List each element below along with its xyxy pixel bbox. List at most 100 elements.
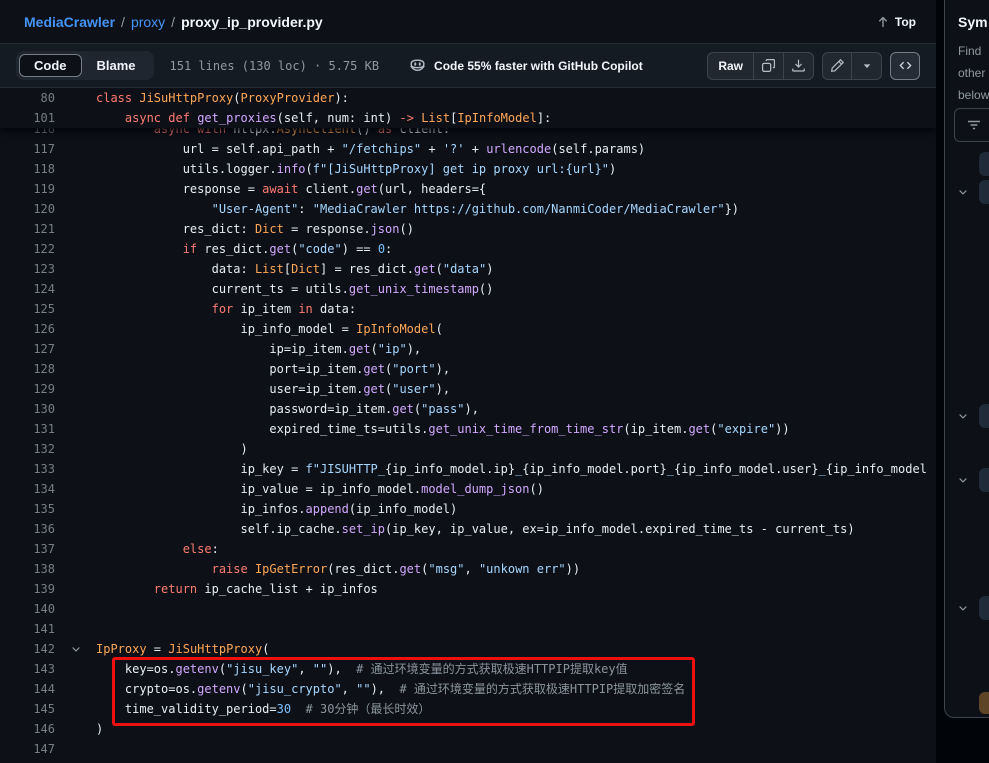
code-line: 140 [0, 599, 936, 619]
gutter-spacer [55, 219, 96, 239]
download-icon [791, 58, 806, 73]
code-line: 80class JiSuHttpProxy(ProxyProvider): [0, 88, 936, 108]
line-number[interactable]: 123 [0, 259, 55, 279]
symbols-filter-input[interactable] [954, 108, 989, 142]
symbol-item[interactable] [979, 596, 989, 620]
code-line: 101 async def get_proxies(self, num: int… [0, 108, 936, 128]
line-number[interactable]: 121 [0, 219, 55, 239]
line-number[interactable]: 129 [0, 379, 55, 399]
top-label: Top [895, 15, 916, 29]
code-line: 128 port=ip_item.get("port"), [0, 359, 936, 379]
symbols-panel-toggle[interactable] [890, 52, 920, 80]
gutter-spacer [55, 88, 96, 108]
line-number[interactable]: 128 [0, 359, 55, 379]
gutter-spacer [55, 199, 96, 219]
symbol-item[interactable] [979, 468, 989, 492]
gutter-spacer [55, 679, 96, 699]
symbols-panel: Sym Find other below [944, 0, 989, 718]
edit-dropdown-button[interactable] [852, 52, 882, 80]
line-number[interactable]: 117 [0, 139, 55, 159]
filter-icon [966, 117, 982, 133]
line-number[interactable]: 133 [0, 459, 55, 479]
raw-button[interactable]: Raw [707, 52, 754, 80]
line-number[interactable]: 122 [0, 239, 55, 259]
chevron-down-icon[interactable] [957, 474, 969, 486]
code-line: 142IpProxy = JiSuHttpProxy( [0, 639, 936, 659]
gutter-spacer [55, 699, 96, 719]
line-number[interactable]: 126 [0, 319, 55, 339]
symbol-item[interactable] [979, 404, 989, 428]
code-text: ) [96, 439, 248, 459]
code-line: 134 ip_value = ip_info_model.model_dump_… [0, 479, 936, 499]
line-number[interactable]: 138 [0, 559, 55, 579]
line-number[interactable]: 101 [0, 108, 55, 128]
download-button[interactable] [784, 52, 814, 80]
code-line: 118 utils.logger.info(f"[JiSuHttpProxy] … [0, 159, 936, 179]
arrow-up-icon [876, 15, 890, 29]
code-line: 120 "User-Agent": "MediaCrawler https://… [0, 199, 936, 219]
edit-button-group [822, 52, 882, 80]
tab-blame[interactable]: Blame [82, 54, 151, 77]
copy-button[interactable] [754, 52, 784, 80]
line-number[interactable]: 146 [0, 719, 55, 739]
line-number[interactable]: 135 [0, 499, 55, 519]
file-toolbar: Code Blame 151 lines (130 loc) · 5.75 KB… [0, 44, 936, 88]
line-number[interactable]: 119 [0, 179, 55, 199]
line-number[interactable]: 144 [0, 679, 55, 699]
line-number[interactable]: 134 [0, 479, 55, 499]
line-number[interactable]: 141 [0, 619, 55, 639]
line-number[interactable]: 140 [0, 599, 55, 619]
code-text: response = await client.get(url, headers… [96, 179, 486, 199]
line-number[interactable]: 137 [0, 539, 55, 559]
code-line: 143 key=os.getenv("jisu_key", ""), # 通过环… [0, 659, 936, 679]
gutter-spacer [55, 419, 96, 439]
code-text: crypto=os.getenv("jisu_crypto", ""), # 通… [96, 679, 685, 699]
line-number[interactable]: 139 [0, 579, 55, 599]
back-to-top-button[interactable]: Top [876, 15, 916, 29]
code-text: "User-Agent": "MediaCrawler https://gith… [96, 199, 739, 219]
code-line: 131 expired_time_ts=utils.get_unix_time_… [0, 419, 936, 439]
gutter-spacer [55, 499, 96, 519]
line-number[interactable]: 147 [0, 739, 55, 759]
symbol-item[interactable] [979, 692, 989, 714]
code-line: 129 user=ip_item.get("user"), [0, 379, 936, 399]
code-icon [898, 58, 913, 73]
gutter-spacer [55, 719, 96, 739]
chevron-down-icon[interactable] [957, 410, 969, 422]
gutter-spacer [55, 399, 96, 419]
symbol-item[interactable] [979, 152, 989, 176]
line-number[interactable]: 124 [0, 279, 55, 299]
gutter-spacer [55, 659, 96, 679]
line-number[interactable]: 120 [0, 199, 55, 219]
line-number[interactable]: 125 [0, 299, 55, 319]
gutter-spacer [55, 139, 96, 159]
pencil-icon [830, 58, 845, 73]
symbol-item[interactable] [979, 180, 989, 204]
code-line: 133 ip_key = f"JISUHTTP_{ip_info_model.i… [0, 459, 936, 479]
line-number[interactable]: 142 [0, 639, 55, 659]
breadcrumb-repo-link[interactable]: MediaCrawler [24, 14, 115, 30]
gutter-spacer [55, 439, 96, 459]
line-number[interactable]: 132 [0, 439, 55, 459]
code-line: 138 raise IpGetError(res_dict.get("msg",… [0, 559, 936, 579]
line-number[interactable]: 118 [0, 159, 55, 179]
copilot-text: Code 55% faster with GitHub Copilot [434, 59, 643, 73]
code-line: 119 response = await client.get(url, hea… [0, 179, 936, 199]
line-number[interactable]: 127 [0, 339, 55, 359]
line-number[interactable]: 143 [0, 659, 55, 679]
chevron-down-icon[interactable] [957, 602, 969, 614]
line-number[interactable]: 80 [0, 88, 55, 108]
line-number[interactable]: 131 [0, 419, 55, 439]
collapse-chevron-icon[interactable] [55, 639, 96, 659]
line-number[interactable]: 130 [0, 399, 55, 419]
code-text: return ip_cache_list + ip_infos [96, 579, 378, 599]
code-line: 144 crypto=os.getenv("jisu_crypto", ""),… [0, 679, 936, 699]
breadcrumb-folder-link[interactable]: proxy [131, 14, 165, 30]
breadcrumb-separator: / [121, 14, 125, 30]
edit-button[interactable] [822, 52, 852, 80]
chevron-down-icon[interactable] [957, 186, 969, 198]
tab-code[interactable]: Code [19, 54, 82, 77]
gutter-spacer [55, 459, 96, 479]
line-number[interactable]: 145 [0, 699, 55, 719]
line-number[interactable]: 136 [0, 519, 55, 539]
